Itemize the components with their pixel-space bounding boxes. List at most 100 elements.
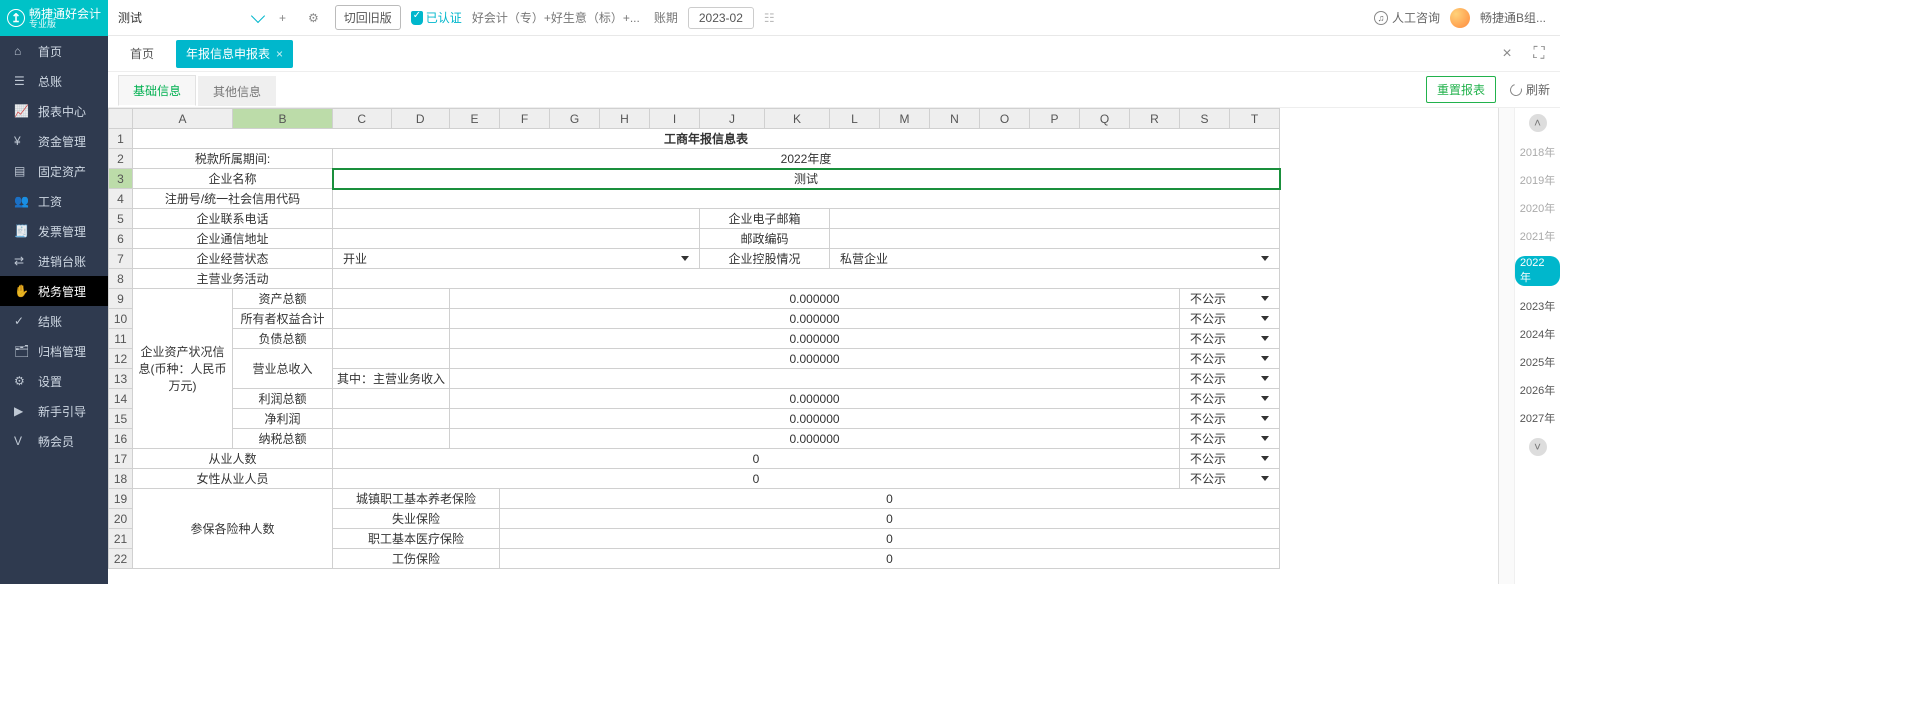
spreadsheet[interactable]: ABCDEFGHIJKLMNOPQRST1工商年报信息表2税款所属期间:2022… bbox=[108, 108, 1498, 584]
nav-item-assets[interactable]: ▤固定资产 bbox=[0, 156, 108, 186]
cell[interactable] bbox=[830, 229, 1280, 249]
row-header[interactable]: 10 bbox=[109, 309, 133, 329]
nav-item-ledger[interactable]: ☰总账 bbox=[0, 66, 108, 96]
cell[interactable]: 注册号/统一社会信用代码 bbox=[133, 189, 333, 209]
cell[interactable]: 不公示 bbox=[1180, 369, 1280, 389]
cell[interactable]: 0 bbox=[500, 509, 1280, 529]
cell[interactable]: 0.000000 bbox=[450, 349, 1180, 369]
cell[interactable]: 不公示 bbox=[1180, 429, 1280, 449]
cell[interactable]: 失业保险 bbox=[333, 509, 500, 529]
company-selector[interactable]: 测试 bbox=[118, 9, 263, 26]
row-header[interactable]: 6 bbox=[109, 229, 133, 249]
nav-item-invoice[interactable]: 🧾发票管理 bbox=[0, 216, 108, 246]
cell[interactable]: 企业联系电话 bbox=[133, 209, 333, 229]
cell[interactable]: 0.000000 bbox=[450, 329, 1180, 349]
col-header[interactable]: A bbox=[133, 109, 233, 129]
year-up-button[interactable]: ˄ bbox=[1529, 114, 1547, 132]
cell[interactable]: 0.000000 bbox=[450, 389, 1180, 409]
col-header[interactable]: R bbox=[1130, 109, 1180, 129]
cell[interactable]: 0.000000 bbox=[450, 289, 1180, 309]
year-2021年[interactable]: 2021年 bbox=[1520, 228, 1555, 244]
cell[interactable]: 税款所属期间: bbox=[133, 149, 333, 169]
cell[interactable]: 女性从业人员 bbox=[133, 469, 333, 489]
cell[interactable] bbox=[333, 309, 450, 329]
cell[interactable] bbox=[333, 189, 1280, 209]
cell[interactable]: 不公示 bbox=[1180, 309, 1280, 329]
col-header[interactable]: P bbox=[1030, 109, 1080, 129]
col-header[interactable]: I bbox=[650, 109, 700, 129]
refresh-button[interactable]: 刷新 bbox=[1510, 81, 1550, 98]
cell[interactable]: 2022年度 bbox=[333, 149, 1280, 169]
row-header[interactable]: 22 bbox=[109, 549, 133, 569]
tab-annual-report[interactable]: 年报信息申报表 × bbox=[176, 40, 293, 68]
year-2018年[interactable]: 2018年 bbox=[1520, 144, 1555, 160]
nav-item-home[interactable]: ⌂首页 bbox=[0, 36, 108, 66]
col-header[interactable]: S bbox=[1180, 109, 1230, 129]
col-header[interactable]: B bbox=[233, 109, 333, 129]
row-header[interactable]: 7 bbox=[109, 249, 133, 269]
cell[interactable]: 0 bbox=[500, 529, 1280, 549]
year-2024年[interactable]: 2024年 bbox=[1520, 326, 1555, 342]
row-header[interactable]: 13 bbox=[109, 369, 133, 389]
close-all-button[interactable]: × bbox=[1496, 45, 1518, 63]
cell[interactable]: 职工基本医疗保险 bbox=[333, 529, 500, 549]
cell[interactable] bbox=[333, 429, 450, 449]
nav-item-tax[interactable]: ✋税务管理 bbox=[0, 276, 108, 306]
tab-home[interactable]: 首页 bbox=[120, 36, 164, 72]
cell[interactable]: 0 bbox=[500, 489, 1280, 509]
cell[interactable]: 企业名称 bbox=[133, 169, 333, 189]
cell[interactable]: 0 bbox=[333, 469, 1180, 489]
cell[interactable]: 资产总额 bbox=[233, 289, 333, 309]
cell[interactable]: 不公示 bbox=[1180, 349, 1280, 369]
sheet-tab-other[interactable]: 其他信息 bbox=[198, 76, 276, 106]
year-2027年[interactable]: 2027年 bbox=[1520, 410, 1555, 426]
row-header[interactable]: 15 bbox=[109, 409, 133, 429]
vertical-scrollbar[interactable] bbox=[1498, 108, 1514, 584]
sheet-tab-basic[interactable]: 基础信息 bbox=[118, 75, 196, 106]
username[interactable]: 畅捷通B组... bbox=[1480, 9, 1546, 26]
cell[interactable] bbox=[333, 389, 450, 409]
year-down-button[interactable]: ˅ bbox=[1529, 438, 1547, 456]
cell[interactable] bbox=[333, 209, 700, 229]
cell[interactable]: 从业人数 bbox=[133, 449, 333, 469]
col-header[interactable]: N bbox=[930, 109, 980, 129]
cell[interactable]: 不公示 bbox=[1180, 389, 1280, 409]
avatar[interactable] bbox=[1450, 8, 1470, 28]
cell[interactable] bbox=[333, 269, 1280, 289]
cell[interactable]: 负债总额 bbox=[233, 329, 333, 349]
col-header[interactable]: D bbox=[391, 109, 450, 129]
cell[interactable] bbox=[333, 349, 450, 369]
cell[interactable] bbox=[830, 209, 1280, 229]
cell[interactable]: 邮政编码 bbox=[700, 229, 830, 249]
cell[interactable]: 企业控股情况 bbox=[700, 249, 830, 269]
col-header[interactable]: H bbox=[600, 109, 650, 129]
period-calendar-icon[interactable]: ☷ bbox=[764, 11, 775, 25]
cell[interactable]: 净利润 bbox=[233, 409, 333, 429]
service-button[interactable]: ♫ 人工咨询 bbox=[1374, 9, 1440, 26]
cell[interactable]: 私营企业 bbox=[830, 249, 1280, 269]
cell[interactable] bbox=[333, 229, 700, 249]
row-header[interactable]: 4 bbox=[109, 189, 133, 209]
row-header[interactable]: 11 bbox=[109, 329, 133, 349]
col-header[interactable]: M bbox=[880, 109, 930, 129]
reset-report-button[interactable]: 重置报表 bbox=[1426, 76, 1496, 103]
nav-item-salary[interactable]: 👥工资 bbox=[0, 186, 108, 216]
year-2023年[interactable]: 2023年 bbox=[1520, 298, 1555, 314]
nav-item-reports[interactable]: 📈报表中心 bbox=[0, 96, 108, 126]
cell[interactable]: 0.000000 bbox=[450, 309, 1180, 329]
col-header[interactable]: J bbox=[700, 109, 765, 129]
fullscreen-button[interactable]: ⛶ bbox=[1528, 45, 1550, 63]
period-picker[interactable]: 2023-02 bbox=[688, 7, 754, 29]
row-header[interactable]: 2 bbox=[109, 149, 133, 169]
col-header[interactable] bbox=[109, 109, 133, 129]
nav-item-archive[interactable]: 🗂归档管理 bbox=[0, 336, 108, 366]
cell[interactable] bbox=[333, 409, 450, 429]
nav-item-guide[interactable]: ▶新手引导 bbox=[0, 396, 108, 426]
cell[interactable]: 开业 bbox=[333, 249, 700, 269]
cell[interactable]: 不公示 bbox=[1180, 449, 1280, 469]
cell[interactable]: 0 bbox=[333, 449, 1180, 469]
cell[interactable]: 0.000000 bbox=[450, 409, 1180, 429]
row-header[interactable]: 1 bbox=[109, 129, 133, 149]
year-2025年[interactable]: 2025年 bbox=[1520, 354, 1555, 370]
col-header[interactable]: K bbox=[765, 109, 830, 129]
